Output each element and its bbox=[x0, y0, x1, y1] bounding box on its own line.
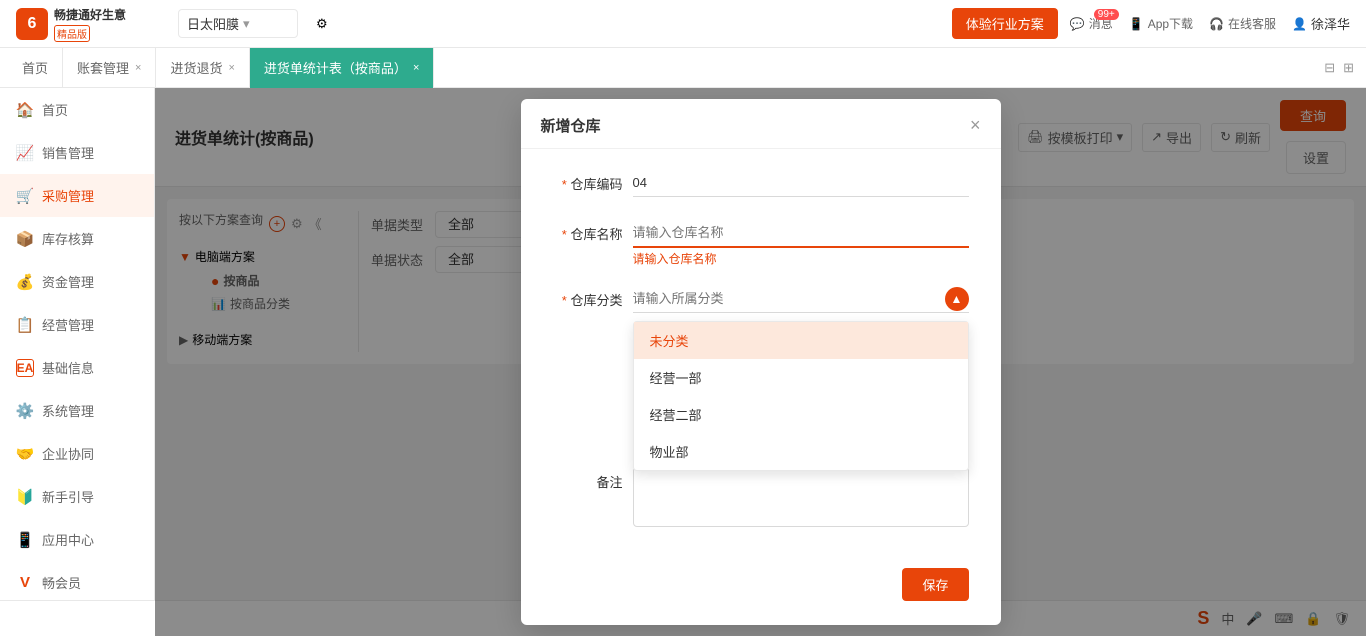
logo-icon: 6 bbox=[16, 8, 48, 40]
note-field bbox=[633, 467, 969, 530]
tab-expand-icon[interactable]: ⊞ bbox=[1343, 60, 1354, 76]
sales-icon: 📈 bbox=[16, 144, 34, 162]
modal-title: 新增仓库 bbox=[541, 115, 601, 136]
top-bar: 6 畅捷通好生意 精品版 日太阳膜 ▾ ⚙ 体验行业方案 💬 消息 99+ 📱 … bbox=[0, 0, 1366, 48]
basic-icon: EA bbox=[16, 359, 34, 377]
user-profile[interactable]: 👤 徐泽华 bbox=[1292, 14, 1350, 33]
tab-return[interactable]: 进货退货 × bbox=[156, 48, 249, 88]
messages-icon-item[interactable]: 💬 消息 99+ bbox=[1070, 15, 1113, 32]
form-row-note: 备注 bbox=[553, 467, 969, 530]
tab-purchase-stat[interactable]: 进货单统计表（按商品） × bbox=[250, 48, 434, 88]
add-warehouse-modal: 新增仓库 × * 仓库编码 * 仓 bbox=[521, 99, 1001, 625]
save-button[interactable]: 保存 bbox=[902, 568, 968, 601]
sidebar-item-vip[interactable]: V 畅会员 bbox=[0, 561, 154, 604]
dropdown-item-dept1[interactable]: 经营一部 bbox=[634, 359, 968, 396]
trial-button[interactable]: 体验行业方案 bbox=[952, 8, 1058, 39]
tab-bar-actions: ⊟ ⊞ bbox=[1324, 60, 1366, 76]
sidebar-item-apps[interactable]: 📱 应用中心 bbox=[0, 518, 154, 561]
settings-icon[interactable]: ⚙ bbox=[310, 10, 334, 38]
name-error-msg: 请输入仓库名称 bbox=[633, 250, 969, 267]
vip-icon: V bbox=[16, 574, 34, 592]
form-row-code: * 仓库编码 bbox=[553, 169, 969, 201]
guide-icon: 🔰 bbox=[16, 488, 34, 506]
form-row-name: * 仓库名称 请输入仓库名称 bbox=[553, 219, 969, 267]
sidebar-item-basic[interactable]: EA 基础信息 bbox=[0, 346, 154, 389]
message-icon: 💬 bbox=[1070, 17, 1085, 31]
online-service-item[interactable]: 🎧 在线客服 bbox=[1209, 15, 1276, 32]
system-icon: ⚙️ bbox=[16, 402, 34, 420]
category-select-wrap: ▲ bbox=[633, 285, 969, 313]
content-area: 进货单统计(按商品) 🖨 按模板打印 ▾ ↗ 导出 ↻ 刷新 查询 设置 bbox=[155, 88, 1366, 636]
user-icon: 👤 bbox=[1292, 17, 1307, 31]
home-icon: 🏠 bbox=[16, 101, 34, 119]
note-label: 备注 bbox=[553, 467, 633, 499]
store-selector[interactable]: 日太阳膜 ▾ bbox=[178, 9, 298, 38]
apps-icon: 📱 bbox=[16, 531, 34, 549]
phone-icon: 📱 bbox=[1129, 17, 1144, 31]
sidebar: 🏠 首页 📈 销售管理 🛒 采购管理 📦 库存核算 💰 资金管理 📋 经营管理 … bbox=[0, 88, 155, 636]
dropdown-item-dept2[interactable]: 经营二部 bbox=[634, 396, 968, 433]
headphone-icon: 🎧 bbox=[1209, 17, 1224, 31]
code-field bbox=[633, 169, 969, 197]
category-field: ▲ 未分类 经营一部 经营二部 物业部 bbox=[633, 285, 969, 313]
collab-icon: 🤝 bbox=[16, 445, 34, 463]
category-label: * 仓库分类 bbox=[553, 285, 633, 317]
sidebar-item-collab[interactable]: 🤝 企业协同 bbox=[0, 432, 154, 475]
category-input[interactable] bbox=[633, 285, 969, 313]
sidebar-item-guide[interactable]: 🔰 新手引导 bbox=[0, 475, 154, 518]
sidebar-item-finance[interactable]: 💰 资金管理 bbox=[0, 260, 154, 303]
category-arrow-icon[interactable]: ▲ bbox=[945, 287, 969, 311]
chevron-down-icon: ▾ bbox=[243, 16, 250, 32]
dropdown-item-unclassified[interactable]: 未分类 bbox=[634, 322, 968, 359]
sidebar-item-system[interactable]: ⚙️ 系统管理 bbox=[0, 389, 154, 432]
form-row-category: * 仓库分类 ▲ 未分类 经营一部 经营二部 物业部 bbox=[553, 285, 969, 317]
inventory-icon: 📦 bbox=[16, 230, 34, 248]
code-input[interactable] bbox=[633, 169, 969, 197]
top-right: 💬 消息 99+ 📱 App下载 🎧 在线客服 👤 徐泽华 bbox=[1070, 14, 1350, 33]
logo-text: 畅捷通好生意 精品版 bbox=[54, 6, 126, 42]
tab-account[interactable]: 账套管理 × bbox=[63, 48, 156, 88]
finance-icon: 💰 bbox=[16, 273, 34, 291]
name-input[interactable] bbox=[633, 219, 969, 248]
name-field: 请输入仓库名称 bbox=[633, 219, 969, 267]
category-dropdown: 未分类 经营一部 经营二部 物业部 bbox=[633, 321, 969, 471]
sidebar-item-purchase[interactable]: 🛒 采购管理 bbox=[0, 174, 154, 217]
tab-close-icon[interactable]: × bbox=[228, 62, 234, 74]
tab-minimize-icon[interactable]: ⊟ bbox=[1324, 60, 1335, 76]
modal-body: * 仓库编码 * 仓库名称 请输入仓库名称 bbox=[521, 149, 1001, 568]
sidebar-item-operation[interactable]: 📋 经营管理 bbox=[0, 303, 154, 346]
logo-area: 6 畅捷通好生意 精品版 bbox=[16, 6, 166, 42]
operation-icon: 📋 bbox=[16, 316, 34, 334]
modal-footer: 保存 bbox=[521, 568, 1001, 601]
tab-close-icon[interactable]: × bbox=[413, 62, 419, 74]
app-download-item[interactable]: 📱 App下载 bbox=[1129, 15, 1193, 32]
sidebar-item-home[interactable]: 🏠 首页 bbox=[0, 88, 154, 131]
purchase-icon: 🛒 bbox=[16, 187, 34, 205]
tab-home[interactable]: 首页 bbox=[8, 48, 63, 88]
sidebar-item-sales[interactable]: 📈 销售管理 bbox=[0, 131, 154, 174]
tab-bar: 首页 账套管理 × 进货退货 × 进货单统计表（按商品） × ⊟ ⊞ bbox=[0, 48, 1366, 88]
dropdown-item-dept3[interactable]: 物业部 bbox=[634, 433, 968, 470]
name-label: * 仓库名称 bbox=[553, 219, 633, 251]
tab-close-icon[interactable]: × bbox=[135, 62, 141, 74]
sidebar-item-inventory[interactable]: 📦 库存核算 bbox=[0, 217, 154, 260]
modal-close-button[interactable]: × bbox=[970, 115, 981, 136]
modal-header: 新增仓库 × bbox=[521, 99, 1001, 149]
note-textarea[interactable] bbox=[633, 467, 969, 527]
code-label: * 仓库编码 bbox=[553, 169, 633, 201]
main-layout: 🏠 首页 📈 销售管理 🛒 采购管理 📦 库存核算 💰 资金管理 📋 经营管理 … bbox=[0, 88, 1366, 636]
